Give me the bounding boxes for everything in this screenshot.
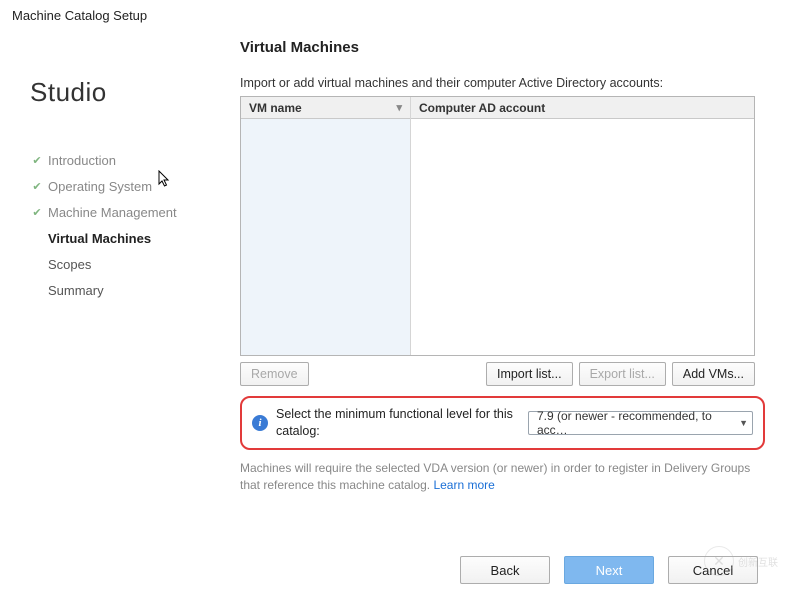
functional-level-dropdown[interactable]: 7.9 (or newer - recommended, to acc… ▼ xyxy=(528,411,753,435)
step-introduction[interactable]: ✔ Introduction xyxy=(30,148,220,172)
watermark: ✕ 创新互联 xyxy=(704,546,778,576)
footnote: Machines will require the selected VDA v… xyxy=(240,460,755,495)
watermark-text: 创新互联 xyxy=(738,554,778,569)
step-operating-system[interactable]: ✔ Operating System xyxy=(30,174,220,198)
functional-level-label: Select the minimum functional level for … xyxy=(276,406,520,440)
next-button[interactable]: Next xyxy=(564,556,654,584)
export-list-button[interactable]: Export list... xyxy=(579,362,666,386)
check-icon: ✔ xyxy=(30,154,44,167)
dropdown-value: 7.9 (or newer - recommended, to acc… xyxy=(537,409,739,437)
main-panel: Virtual Machines Import or add virtual m… xyxy=(220,37,768,495)
import-list-button[interactable]: Import list... xyxy=(486,362,573,386)
chevron-down-icon: ▼ xyxy=(739,418,748,428)
check-icon: ✔ xyxy=(30,180,44,193)
remove-button[interactable]: Remove xyxy=(240,362,309,386)
studio-logo: Studio xyxy=(30,77,220,108)
footnote-text: Machines will require the selected VDA v… xyxy=(240,461,750,492)
vm-grid: VM name ▾ Computer AD account xyxy=(240,96,755,356)
add-vms-button[interactable]: Add VMs... xyxy=(672,362,755,386)
ad-account-column: Computer AD account xyxy=(411,97,754,355)
learn-more-link[interactable]: Learn more xyxy=(433,478,494,492)
window-title: Machine Catalog Setup xyxy=(0,0,788,27)
step-label: Virtual Machines xyxy=(48,231,151,246)
instruction-text: Import or add virtual machines and their… xyxy=(240,76,768,90)
page-heading: Virtual Machines xyxy=(240,37,768,56)
step-label: Operating System xyxy=(48,179,152,194)
step-label: Machine Management xyxy=(48,205,177,220)
column-label: VM name xyxy=(249,101,302,115)
info-icon: i xyxy=(252,415,268,431)
step-virtual-machines[interactable]: Virtual Machines xyxy=(30,226,220,250)
step-label: Introduction xyxy=(48,153,116,168)
ad-account-header[interactable]: Computer AD account xyxy=(411,97,754,119)
back-button[interactable]: Back xyxy=(460,556,550,584)
vm-name-column: VM name ▾ xyxy=(241,97,411,355)
wizard-sidebar: Studio ✔ Introduction ✔ Operating System… xyxy=(20,37,220,495)
spacer xyxy=(315,362,480,386)
grid-buttons: Remove Import list... Export list... Add… xyxy=(240,362,755,386)
column-label: Computer AD account xyxy=(419,101,545,115)
step-machine-management[interactable]: ✔ Machine Management xyxy=(30,200,220,224)
step-scopes[interactable]: Scopes xyxy=(30,252,220,276)
step-label: Scopes xyxy=(48,257,91,272)
step-label: Summary xyxy=(48,283,104,298)
watermark-icon: ✕ xyxy=(704,546,734,576)
check-icon: ✔ xyxy=(30,206,44,219)
vm-name-header[interactable]: VM name ▾ xyxy=(241,97,410,119)
functional-level-box: i Select the minimum functional level fo… xyxy=(240,396,765,450)
sort-down-icon[interactable]: ▾ xyxy=(396,101,402,114)
step-summary[interactable]: Summary xyxy=(30,278,220,302)
content-area: Studio ✔ Introduction ✔ Operating System… xyxy=(0,27,788,495)
